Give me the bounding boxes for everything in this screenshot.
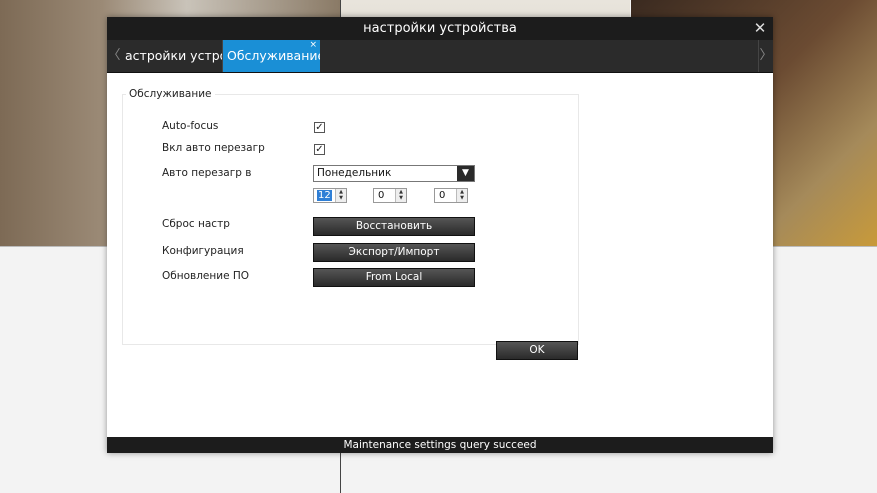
status-bar: Maintenance settings query succeed [107,437,773,453]
maintenance-panel: Обслуживание Auto-focus ✓ Вкл авто перез… [107,73,773,437]
restore-button[interactable]: Восстановить [313,217,475,236]
firmware-label: Обновление ПО [162,270,250,282]
reboot-second-stepper[interactable]: 0 ▲ ▼ [434,188,468,203]
minute-stepper-buttons: ▲ ▼ [395,189,406,202]
reset-label: Сброс настр [162,218,230,230]
autofocus-checkbox[interactable]: ✓ [314,122,325,133]
close-icon[interactable]: ✕ [752,17,768,40]
tab-maintenance[interactable]: Обслуживание × [223,40,320,72]
tab-close-icon[interactable]: × [309,40,317,61]
export-import-button[interactable]: Экспорт/Импорт [313,243,475,262]
ok-button[interactable]: OK [496,341,578,360]
decrement-icon[interactable]: ▼ [336,195,346,201]
config-label: Конфигурация [162,245,244,257]
second-stepper-buttons: ▲ ▼ [456,189,467,202]
tab-bar: 〈 астройки устройства Обслуживание × 〉 [107,40,773,73]
device-settings-dialog: настройки устройства ✕ 〈 астройки устрой… [107,17,773,453]
reboot-day-select[interactable]: Понедельник ▼ [313,165,475,182]
tab-label: астройки устройства [125,48,222,63]
chevron-down-icon[interactable]: ▼ [457,166,474,181]
decrement-icon[interactable]: ▼ [457,195,467,201]
dialog-titlebar: настройки устройства ✕ [107,17,773,40]
tab-label: Обслуживание [227,48,320,63]
autofocus-label: Auto-focus [162,120,219,132]
group-title: Обслуживание [129,88,212,100]
reboot-time-label: Авто перезагр в [162,167,252,179]
auto-reboot-checkbox[interactable]: ✓ [314,144,325,155]
reboot-minute-stepper[interactable]: 0 ▲ ▼ [373,188,407,203]
dialog-title: настройки устройства [363,21,517,36]
upgrade-from-local-button[interactable]: From Local [313,268,475,287]
maintenance-group: Обслуживание Auto-focus ✓ Вкл авто перез… [122,88,579,345]
second-value[interactable]: 0 [438,190,446,201]
auto-reboot-label: Вкл авто перезагр [162,142,265,154]
hour-stepper-buttons: ▲ ▼ [335,189,346,202]
minute-value[interactable]: 0 [377,190,385,201]
reboot-hour-stepper[interactable]: 12 ▲ ▼ [313,188,347,203]
tab-scroll-right-icon[interactable]: 〉 [758,40,773,72]
decrement-icon[interactable]: ▼ [396,195,406,201]
tab-device-settings[interactable]: астройки устройства [121,40,223,72]
hour-value[interactable]: 12 [317,190,332,201]
tab-scroll-left-icon[interactable]: 〈 [107,40,121,72]
reboot-day-value: Понедельник [317,167,392,179]
status-message: Maintenance settings query succeed [343,439,537,451]
